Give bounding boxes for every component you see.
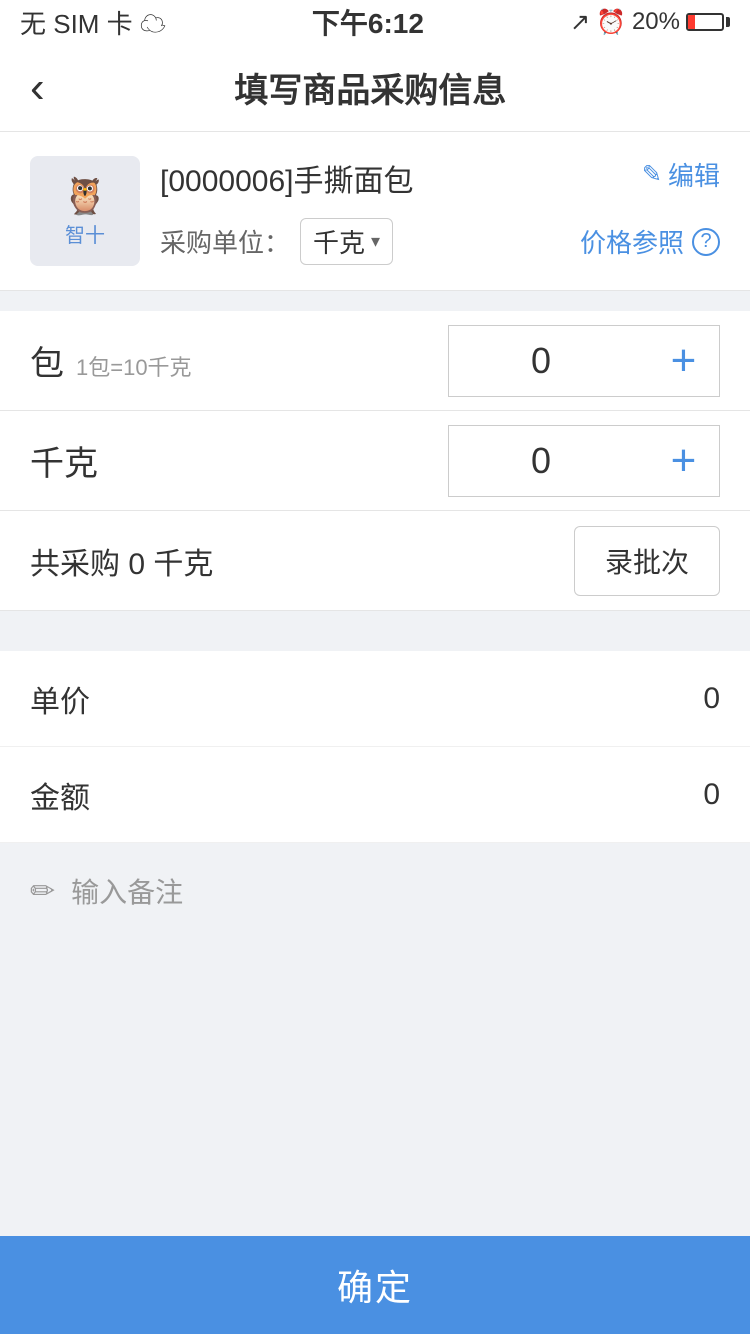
status-left: 无 SIM 卡 ☁ — [20, 4, 166, 41]
price-amount-label: 金额 — [30, 773, 90, 817]
quantity-row-kg: 千克 + — [0, 411, 750, 511]
qty-input-bao[interactable] — [448, 325, 648, 397]
price-ref-label: 价格参照 — [580, 223, 684, 260]
help-icon[interactable]: ? — [692, 228, 720, 256]
section-separator-1 — [0, 291, 750, 311]
battery-icon — [686, 13, 730, 31]
total-row: 共采购 0 千克 录批次 — [0, 511, 750, 611]
qty-plus-bao[interactable]: + — [648, 325, 720, 397]
qty-unit-kg: 千克 — [30, 436, 98, 485]
confirm-button[interactable]: 确定 — [0, 1236, 750, 1334]
battery-tip — [726, 17, 730, 27]
price-row-unit: 单价 0 — [0, 651, 750, 747]
battery-fill — [688, 15, 695, 29]
product-info: [0000006]手撕面包 ✎ 编辑 采购单位： 千克 ▾ 价格参照 — [160, 156, 720, 265]
page-title: 填写商品采购信息 — [65, 63, 676, 112]
quantity-row-bao: 包 1包=10千克 + — [0, 311, 750, 411]
owl-icon: 🦉 — [63, 175, 108, 217]
qty-plus-kg[interactable]: + — [648, 425, 720, 497]
unit-select[interactable]: 千克 ▾ — [300, 218, 393, 265]
total-text: 共采购 0 千克 — [30, 539, 213, 583]
edit-label: 编辑 — [668, 156, 720, 193]
status-right: ↗ ⏰ 20% — [570, 8, 730, 37]
price-ref-button[interactable]: 价格参照 ? — [580, 223, 720, 260]
owl-label: 智十 — [65, 219, 105, 248]
edit-button[interactable]: ✎ 编辑 — [642, 156, 720, 193]
remark-placeholder: 输入备注 — [71, 871, 183, 911]
chevron-down-icon: ▾ — [371, 231, 380, 252]
main-content: 🦉 智十 [0000006]手撕面包 ✎ 编辑 采购单位： 千克 ▾ — [0, 132, 750, 1237]
qty-input-wrap-bao: + — [448, 325, 720, 397]
quantity-section: 包 1包=10千克 + 千克 + 共采购 0 千克 录批次 — [0, 311, 750, 611]
price-unit-value: 0 — [703, 682, 720, 716]
qty-label-wrap-bao: 包 1包=10千克 — [30, 336, 448, 385]
product-card: 🦉 智十 [0000006]手撕面包 ✎ 编辑 采购单位： 千克 ▾ — [0, 132, 750, 291]
unit-value: 千克 — [313, 223, 365, 260]
help-icon-text: ? — [700, 230, 711, 253]
price-unit-label: 单价 — [30, 677, 90, 721]
price-amount-value: 0 — [703, 778, 720, 812]
nav-bar: ‹ 填写商品采购信息 — [0, 44, 750, 132]
sim-status: 无 SIM 卡 ☁ — [20, 4, 166, 41]
unit-label: 采购单位： — [160, 223, 290, 260]
product-thumbnail: 🦉 智十 — [30, 156, 140, 266]
price-section: 单价 0 金额 0 — [0, 651, 750, 843]
status-time: 下午6:12 — [312, 2, 424, 42]
product-header: [0000006]手撕面包 ✎ 编辑 — [160, 156, 720, 200]
location-icon: ↗ — [570, 8, 590, 37]
qty-hint-bao: 1包=10千克 — [76, 350, 192, 382]
price-row-amount: 金额 0 — [0, 747, 750, 843]
product-unit-row: 采购单位： 千克 ▾ 价格参照 ? — [160, 218, 720, 265]
qty-input-kg[interactable] — [448, 425, 648, 497]
qty-unit-bao: 包 — [30, 336, 64, 385]
section-separator-2 — [0, 611, 750, 631]
content-fill — [0, 939, 750, 1139]
qty-input-wrap-kg: + — [448, 425, 720, 497]
remark-section[interactable]: ✏ 输入备注 — [0, 843, 750, 939]
back-button[interactable]: ‹ — [30, 66, 45, 110]
pencil-icon: ✏ — [30, 874, 55, 909]
battery-percent: 20% — [632, 8, 680, 36]
qty-label-wrap-kg: 千克 — [30, 436, 448, 485]
batch-button[interactable]: 录批次 — [574, 526, 720, 596]
unit-selector-wrap: 采购单位： 千克 ▾ — [160, 218, 393, 265]
battery-body — [686, 13, 724, 31]
status-bar: 无 SIM 卡 ☁ 下午6:12 ↗ ⏰ 20% — [0, 0, 750, 44]
alarm-icon: ⏰ — [596, 8, 626, 37]
product-name: [0000006]手撕面包 — [160, 156, 642, 200]
edit-icon: ✎ — [642, 160, 662, 189]
